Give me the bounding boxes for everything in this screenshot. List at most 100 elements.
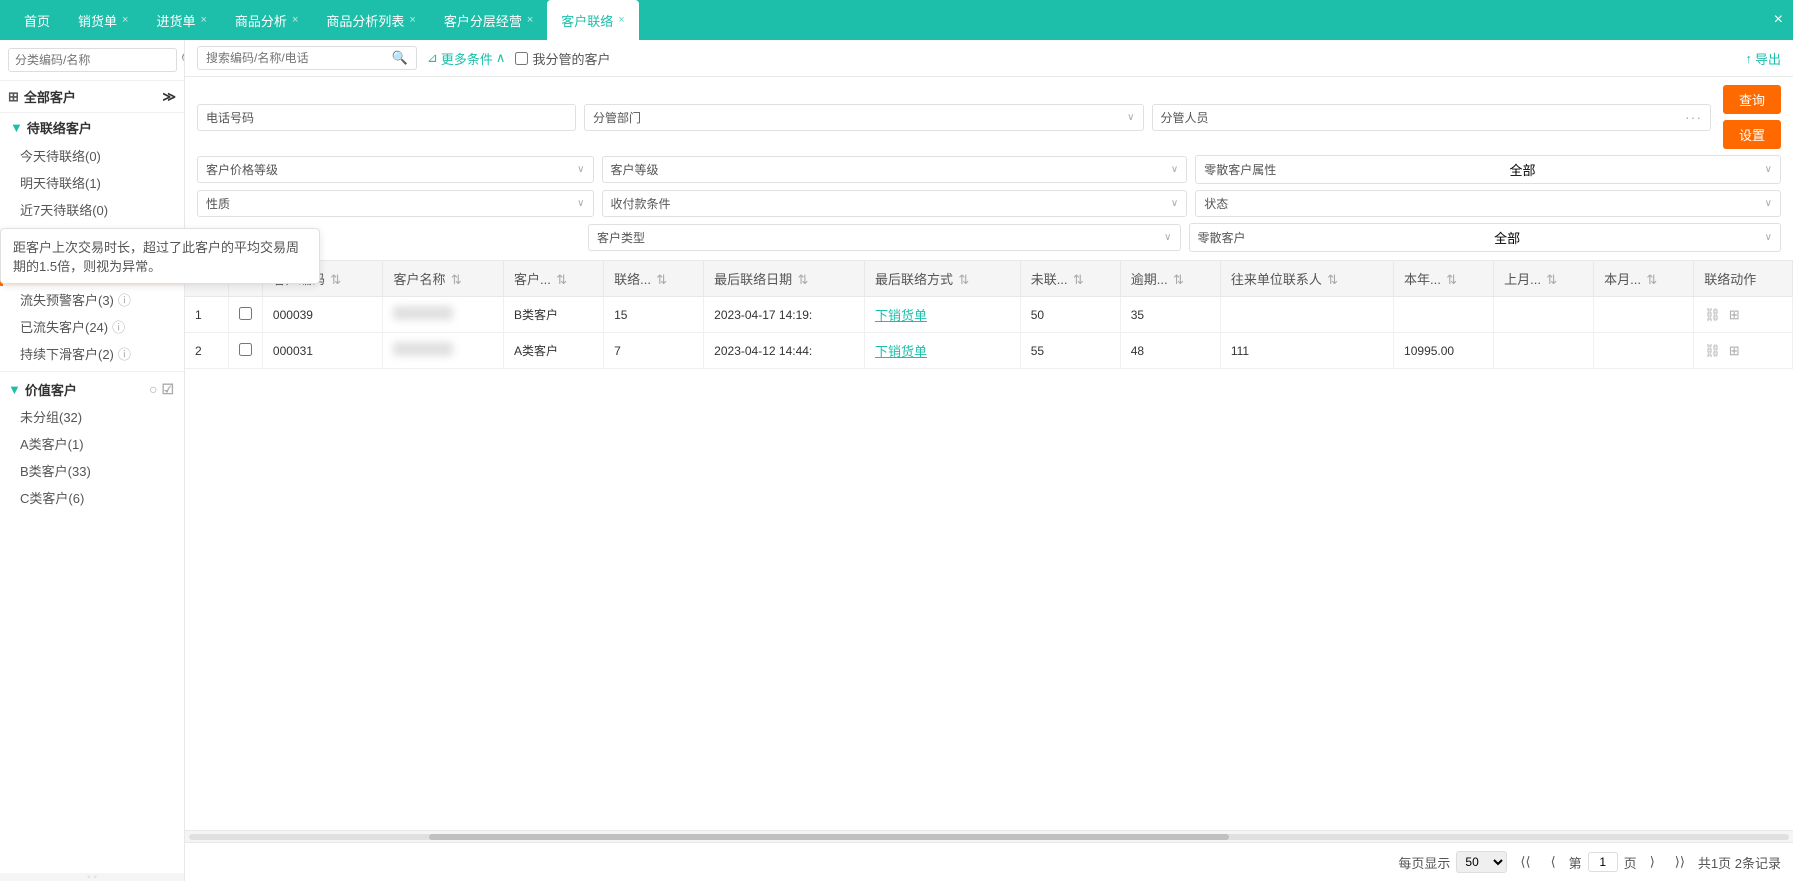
sidebar-item-declining[interactable]: 持续下滑客户(2) ⓘ: [0, 340, 184, 367]
export-button[interactable]: ↑ 导出: [1745, 49, 1781, 68]
sidebar-item-7days[interactable]: 近7天待联络(0): [0, 196, 184, 223]
col-overdue-sort[interactable]: ⇅: [1173, 272, 1184, 287]
col-contact-sort[interactable]: ⇅: [656, 272, 667, 287]
horizontal-scrollbar[interactable]: [185, 830, 1793, 842]
col-last-month-label: 上月...: [1504, 272, 1541, 287]
col-last-month-sort[interactable]: ⇅: [1546, 272, 1557, 287]
sidebar-search-input[interactable]: [8, 48, 177, 72]
link-action-icon[interactable]: ⛓: [1704, 343, 1721, 359]
filter-customer-type-field[interactable]: 客户类型 ∨: [588, 224, 1181, 251]
main-search-input[interactable]: [206, 51, 392, 65]
filter-customer-level-field[interactable]: 客户等级 ∨: [602, 156, 1188, 183]
filter-price-level-field[interactable]: 客户价格等级 ∨: [197, 156, 594, 183]
grid-action-icon[interactable]: ⊞: [1729, 307, 1740, 323]
last-page-button[interactable]: ⟩⟩: [1668, 851, 1692, 873]
scrollbar-thumb[interactable]: [429, 834, 1229, 840]
filter-status-field[interactable]: 状态 ∨: [1195, 190, 1781, 217]
sidebar-item-tomorrow[interactable]: 明天待联络(1): [0, 169, 184, 196]
nav-tab-analysis-list[interactable]: 商品分析列表 ×: [312, 0, 429, 40]
last-method-link[interactable]: 下销货单: [875, 344, 927, 359]
filter-phone-field[interactable]: 电话号码: [197, 104, 576, 131]
nav-tab-purchase-close[interactable]: ×: [200, 14, 206, 26]
filter-row-4: ··· 客户类型 ∨ 零散客户 全部 ∨: [197, 223, 1781, 252]
col-code-sort[interactable]: ⇅: [330, 272, 341, 287]
sidebar-item-class-c[interactable]: C类客户(6): [0, 484, 184, 511]
filter-dept-field[interactable]: 分管部门 ∨: [584, 104, 1144, 131]
cell-last-method[interactable]: 下销货单: [865, 333, 1021, 369]
col-last-date-sort[interactable]: ⇅: [798, 272, 809, 287]
col-action: 联络动作: [1694, 261, 1793, 297]
cell-code: 000039: [262, 297, 383, 333]
nav-tab-contact-close[interactable]: ×: [618, 14, 624, 26]
pending-arrow-icon: ▼: [10, 120, 23, 135]
nav-tab-contact[interactable]: 客户联络 ×: [547, 0, 638, 40]
top-nav: 首页 销货单 × 进货单 × 商品分析 × 商品分析列表 × 客户分层经营 × …: [0, 0, 1793, 40]
nav-tab-purchase[interactable]: 进货单 ×: [142, 0, 220, 40]
col-last-method-sort[interactable]: ⇅: [958, 272, 969, 287]
per-page-label: 每页显示: [1398, 853, 1450, 872]
filter-nature-field[interactable]: 性质 ∨: [197, 190, 594, 217]
sidebar-item-class-b[interactable]: B类客户(33): [0, 457, 184, 484]
sidebar-item-churn-warning[interactable]: 流失预警客户(3) ⓘ: [0, 286, 184, 313]
filter-scattered-field[interactable]: 零散客户 全部 ∨: [1189, 223, 1782, 252]
col-type-sort[interactable]: ⇅: [556, 272, 567, 287]
customer-table: ⚙ 客户编码 ⇅ 客户名称 ⇅: [185, 261, 1793, 369]
more-conditions-button[interactable]: ⊿ 更多条件 ∧: [427, 49, 505, 68]
main-search-icon[interactable]: 🔍: [392, 50, 408, 66]
col-this-month-sort[interactable]: ⇅: [1646, 272, 1657, 287]
nav-tab-crm-close[interactable]: ×: [527, 14, 533, 26]
sidebar-item-class-a[interactable]: A类客户(1): [0, 430, 184, 457]
col-this-year: 本年... ⇅: [1394, 261, 1494, 297]
link-action-icon[interactable]: ⛓: [1704, 307, 1721, 323]
cell-checkbox[interactable]: [228, 333, 262, 369]
my-customers-checkbox[interactable]: [515, 52, 528, 65]
query-button[interactable]: 查询: [1723, 85, 1781, 114]
info-icon-churn[interactable]: ⓘ: [118, 290, 131, 309]
col-uncontacted-sort[interactable]: ⇅: [1073, 272, 1084, 287]
settings-button[interactable]: 设置: [1723, 120, 1781, 149]
sidebar-item-churned[interactable]: 已流失客户(24) ⓘ: [0, 313, 184, 340]
info-icon-declining[interactable]: ⓘ: [118, 344, 131, 363]
table-container[interactable]: ⚙ 客户编码 ⇅ 客户名称 ⇅: [185, 261, 1793, 830]
grid-action-icon[interactable]: ⊞: [1729, 343, 1740, 359]
col-name-sort[interactable]: ⇅: [451, 272, 462, 287]
sidebar-all-customers[interactable]: ⊞ 全部客户 ≫: [0, 81, 184, 113]
sidebar-item-today[interactable]: 今天待联络(0): [0, 142, 184, 169]
payment-arrow-icon: ∨: [1171, 198, 1178, 209]
nav-tab-sales-close[interactable]: ×: [122, 14, 128, 26]
filter-payment-field[interactable]: 收付款条件 ∨: [602, 190, 1188, 217]
filter-phone-label: 电话号码: [206, 109, 254, 126]
col-this-year-sort[interactable]: ⇅: [1446, 272, 1457, 287]
nav-tab-analysis[interactable]: 商品分析 ×: [221, 0, 312, 40]
value-group-edit-icons[interactable]: ○ ☑: [149, 381, 174, 398]
cell-last-method[interactable]: 下销货单: [865, 297, 1021, 333]
sidebar-resize-handle[interactable]: ◦ ◦: [0, 873, 184, 881]
filter-person-field[interactable]: 分管人员 ···: [1152, 104, 1712, 131]
current-page-input[interactable]: [1588, 852, 1618, 872]
cell-checkbox[interactable]: [228, 297, 262, 333]
nav-tab-sales[interactable]: 销货单 ×: [64, 0, 142, 40]
next-page-button[interactable]: ⟩: [1643, 851, 1662, 873]
nav-tab-analysis-list-close[interactable]: ×: [409, 14, 415, 26]
row-checkbox[interactable]: [239, 343, 252, 356]
sidebar-group-pending-header[interactable]: ▼ 待联络客户: [0, 113, 184, 142]
table-header: ⚙ 客户编码 ⇅ 客户名称 ⇅: [185, 261, 1793, 297]
first-page-button[interactable]: ⟨⟨: [1513, 851, 1537, 873]
nav-tab-home[interactable]: 首页: [10, 0, 64, 40]
cell-actions: ⛓⊞: [1694, 297, 1793, 333]
sidebar-collapse-arrow[interactable]: ≫: [162, 89, 176, 105]
sidebar-value-group-header[interactable]: ▼ 价值客户 ○ ☑: [0, 376, 184, 403]
per-page-select[interactable]: 50 20 100: [1456, 851, 1507, 873]
sidebar-item-ungrouped[interactable]: 未分组(32): [0, 403, 184, 430]
filter-scattered-attr-field[interactable]: 零散客户属性 全部 ∨: [1195, 155, 1781, 184]
nav-tab-analysis-close[interactable]: ×: [292, 14, 298, 26]
info-icon-churned[interactable]: ⓘ: [112, 317, 125, 336]
last-method-link[interactable]: 下销货单: [875, 308, 927, 323]
tooltip-box: 距客户上次交易时长，超过了此客户的平均交易周期的1.5倍，则视为异常。: [0, 228, 320, 284]
row-checkbox[interactable]: [239, 307, 252, 320]
nav-tab-crm[interactable]: 客户分层经营 ×: [430, 0, 547, 40]
col-last-date: 最后联络日期 ⇅: [704, 261, 865, 297]
window-close-button[interactable]: ×: [1774, 11, 1783, 29]
col-contact-person-sort[interactable]: ⇅: [1327, 272, 1338, 287]
prev-page-button[interactable]: ⟨: [1544, 851, 1563, 873]
